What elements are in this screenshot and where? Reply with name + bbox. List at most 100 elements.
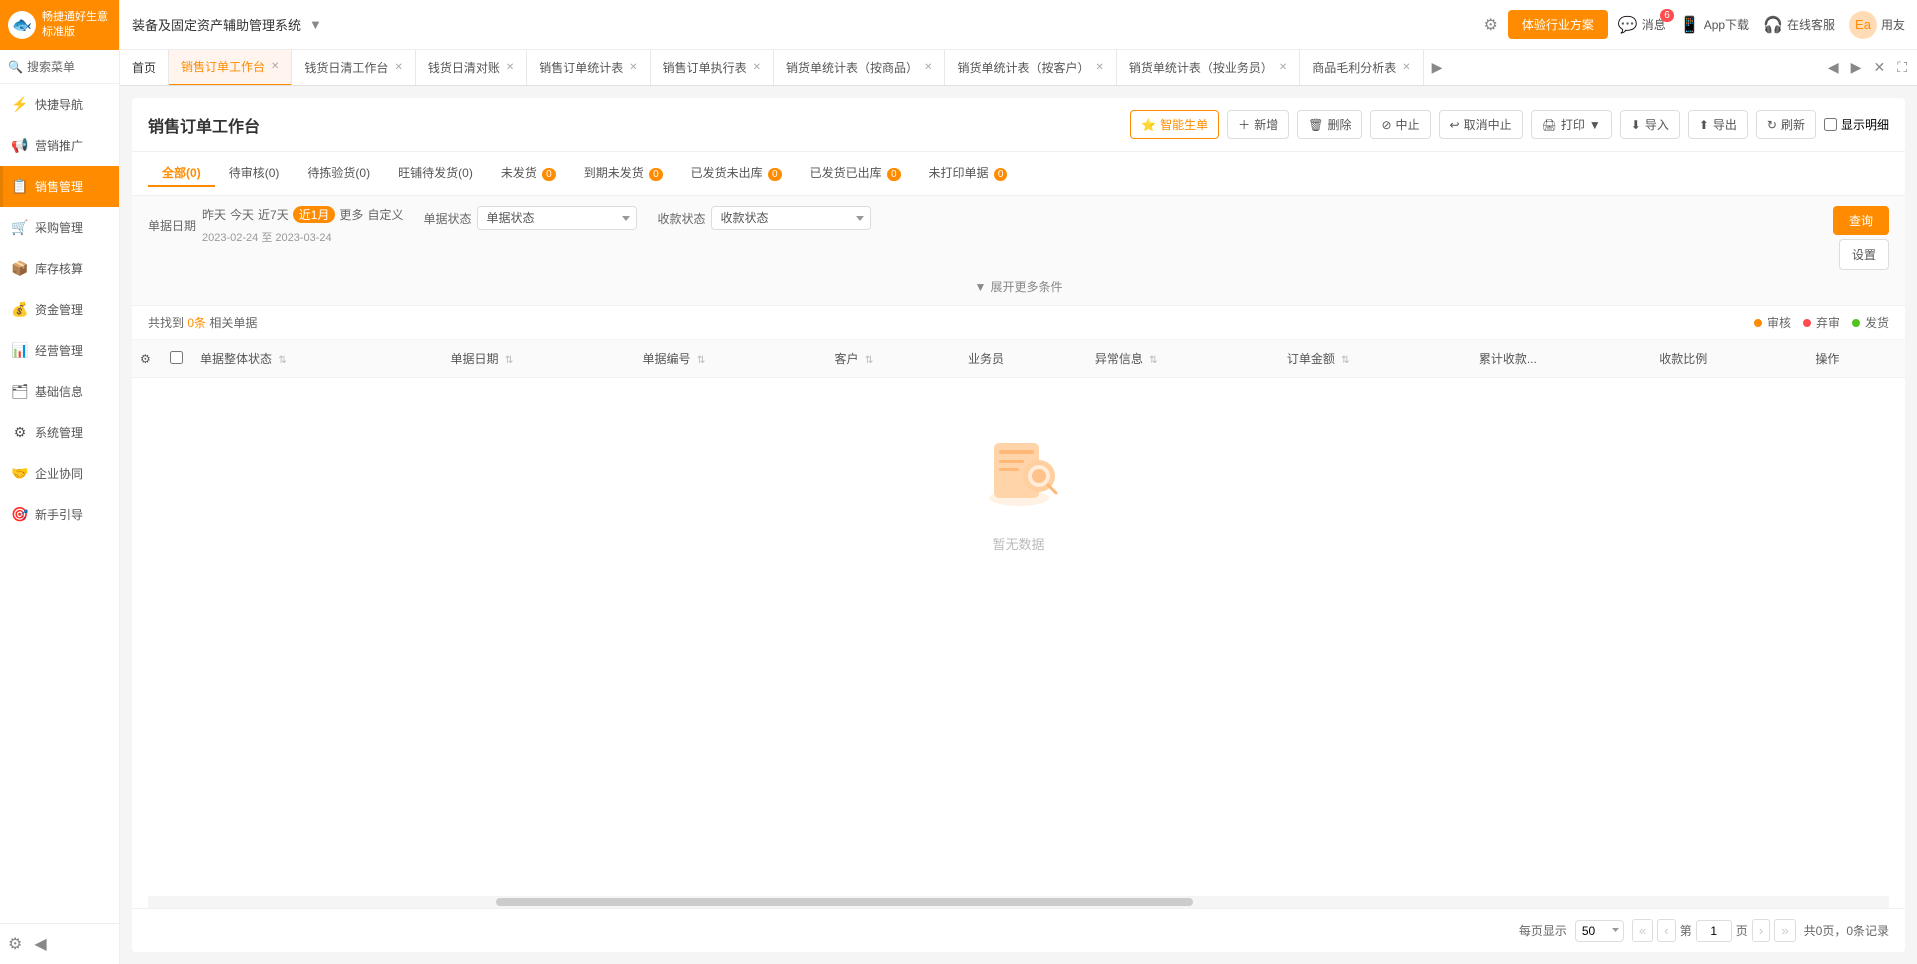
export-button[interactable]: ⬆ 导出 [1688,110,1748,139]
tab-close-sales-workbench[interactable]: ✕ [271,61,279,72]
filter-tab-pending-review[interactable]: 待审核(0) [215,160,294,187]
sort-amount-icon[interactable]: ⇅ [1341,355,1349,366]
filter-tab-shipped-not-out[interactable]: 已发货未出库 0 [677,160,796,187]
payment-status-select[interactable]: 收款状态 [711,206,871,230]
filter-tab-expired-not-shipped[interactable]: 到期未发货 0 [570,160,677,187]
add-button[interactable]: ＋ 新增 [1227,110,1289,139]
import-button[interactable]: ⬇ 导入 [1620,110,1680,139]
topbar-online-service[interactable]: 🎧 在线客服 [1763,15,1835,35]
collapse-icon[interactable]: ◀ [34,934,46,954]
topbar-message[interactable]: 💬 消息 6 [1618,15,1666,35]
page-input[interactable] [1696,920,1732,942]
topbar-user[interactable]: Ea 用友 [1849,11,1905,39]
sidebar-search[interactable]: 🔍 搜索菜单 [0,50,119,84]
delete-button[interactable]: 🗑 删除 [1297,110,1362,139]
sidebar-item-enterprise[interactable]: 🤝 企业协同 [0,453,119,494]
sidebar-item-inventory[interactable]: 📦 库存核算 [0,248,119,289]
query-button[interactable]: 查询 [1833,206,1889,235]
select-all-checkbox[interactable] [170,351,183,364]
filter-tab-not-shipped[interactable]: 未发货 0 [487,160,570,187]
cancel-suspend-button[interactable]: ↩ 取消中止 [1439,110,1523,139]
sort-number-icon[interactable]: ⇅ [697,355,705,366]
next-page-btn[interactable]: › [1752,919,1770,942]
topbar: 装备及固定资产辅助管理系统 ▼ ⚙ 体验行业方案 💬 消息 6 📱 App下载 … [120,0,1917,50]
sidebar-item-baseinfo[interactable]: 🗂 基础信息 [0,371,119,412]
expand-more-btn[interactable]: ▼ 展开更多条件 [975,278,1063,295]
page-label: 第 [1680,922,1692,939]
date-today[interactable]: 今天 [230,206,254,223]
scroll-thumb[interactable] [496,898,1192,906]
date-more[interactable]: 更多 [339,206,363,223]
tab-close-cash-reconcile[interactable]: ✕ [506,62,514,73]
status-select[interactable]: 单据状态 [477,206,637,230]
page-size-select[interactable]: 50 100 200 [1575,920,1624,942]
filter-tab-pending-check[interactable]: 待拣验货(0) [293,160,384,187]
filter-tab-not-printed[interactable]: 未打印单据 0 [915,160,1022,187]
sidebar-item-sales[interactable]: 📋 销售管理 [0,166,119,207]
col-settings[interactable]: ⚙ [132,340,162,378]
filter-tab-wangpu-ship[interactable]: 旺铺待发货(0) [384,160,487,187]
date-1month[interactable]: 近1月 [293,206,336,223]
tab-sales-stat-customer[interactable]: 销货单统计表（按客户） ✕ [945,50,1116,86]
suspend-button[interactable]: ⊘ 中止 [1370,110,1430,139]
horizontal-scrollbar[interactable] [148,896,1889,908]
main-content: 装备及固定资产辅助管理系统 ▼ ⚙ 体验行业方案 💬 消息 6 📱 App下载 … [120,0,1917,964]
topbar-dropdown-icon[interactable]: ▼ [309,17,322,32]
ship-action-btn[interactable]: 发货 [1852,314,1889,331]
col-checkbox[interactable] [162,340,192,378]
sidebar-item-quicknav[interactable]: ⚡ 快捷导航 [0,84,119,125]
date-7days[interactable]: 近7天 [258,206,289,223]
review-action-btn[interactable]: 审核 [1754,314,1791,331]
discard-action-btn[interactable]: 弃审 [1803,314,1840,331]
date-yesterday[interactable]: 昨天 [202,206,226,223]
table-section: 共找到 0条 相关单据 审核 弃审 [132,306,1905,952]
sidebar-item-operations[interactable]: 📊 经营管理 [0,330,119,371]
sort-abnormal-icon[interactable]: ⇅ [1149,355,1157,366]
tab-next-btn[interactable]: ▶ [1847,57,1866,78]
tab-sales-workbench[interactable]: 销售订单工作台 ✕ [169,50,292,86]
sidebar-item-purchase[interactable]: 🛒 采购管理 [0,207,119,248]
tab-close-sales-exec[interactable]: ✕ [753,62,761,73]
tab-close-sales-stat[interactable]: ✕ [629,62,637,73]
tab-prev-btn[interactable]: ◀ [1824,57,1843,78]
tab-close-all-btn[interactable]: ✕ [1869,57,1889,78]
tab-sales-exec[interactable]: 销售订单执行表 ✕ [651,50,774,86]
tab-cash-reconcile[interactable]: 钱货日清对账 ✕ [416,50,527,86]
tab-close-sales-stat-staff[interactable]: ✕ [1279,62,1287,73]
tab-close-margin-analysis[interactable]: ✕ [1402,62,1410,73]
sidebar-item-finance[interactable]: 💰 资金管理 [0,289,119,330]
last-page-btn[interactable]: » [1774,919,1795,942]
filter-tab-all[interactable]: 全部(0) [148,160,215,187]
prev-page-btn[interactable]: ‹ [1657,919,1675,942]
tab-sales-stat-staff[interactable]: 销货单统计表（按业务员） ✕ [1117,50,1300,86]
settings-icon[interactable]: ⚙ [8,934,22,954]
tab-home[interactable]: 首页 [120,50,169,86]
solution-button[interactable]: 体验行业方案 [1508,10,1608,39]
setting-button[interactable]: 设置 [1839,239,1889,270]
tabs-more-btn[interactable]: ▶ [1424,59,1451,76]
sort-customer-icon[interactable]: ⇅ [865,355,873,366]
refresh-button[interactable]: ↻ 刷新 [1756,110,1816,139]
tab-close-sales-stat-customer[interactable]: ✕ [1095,62,1103,73]
tab-fullscreen-btn[interactable]: ⛶ [1893,57,1911,78]
topbar-app-download[interactable]: 📱 App下载 [1680,15,1749,35]
show-detail-checkbox[interactable]: 显示明细 [1824,116,1889,133]
tab-margin-analysis[interactable]: 商品毛利分析表 ✕ [1300,50,1423,86]
sort-date-icon[interactable]: ⇅ [505,355,513,366]
sort-status-icon[interactable]: ⇅ [278,355,286,366]
sidebar-item-system[interactable]: ⚙ 系统管理 [0,412,119,453]
topbar-gear-icon[interactable]: ⚙ [1483,15,1497,35]
sidebar-item-guide[interactable]: 🎯 新手引导 [0,494,119,535]
detail-checkbox-input[interactable] [1824,118,1837,131]
print-button[interactable]: 🖨 打印 ▼ [1531,110,1612,139]
tab-cash-daily[interactable]: 钱货日清工作台 ✕ [292,50,415,86]
smart-create-button[interactable]: ⭐ 智能生单 [1130,110,1219,139]
tab-sales-stat-product[interactable]: 销货单统计表（按商品） ✕ [774,50,945,86]
tab-sales-stat[interactable]: 销售订单统计表 ✕ [527,50,650,86]
tab-close-cash-daily[interactable]: ✕ [394,62,402,73]
sidebar-item-marketing[interactable]: 📢 营销推广 [0,125,119,166]
date-custom[interactable]: 自定义 [367,206,403,223]
filter-tab-shipped-out[interactable]: 已发货已出库 0 [796,160,915,187]
tab-close-sales-stat-product[interactable]: ✕ [924,62,932,73]
first-page-btn[interactable]: « [1632,919,1653,942]
